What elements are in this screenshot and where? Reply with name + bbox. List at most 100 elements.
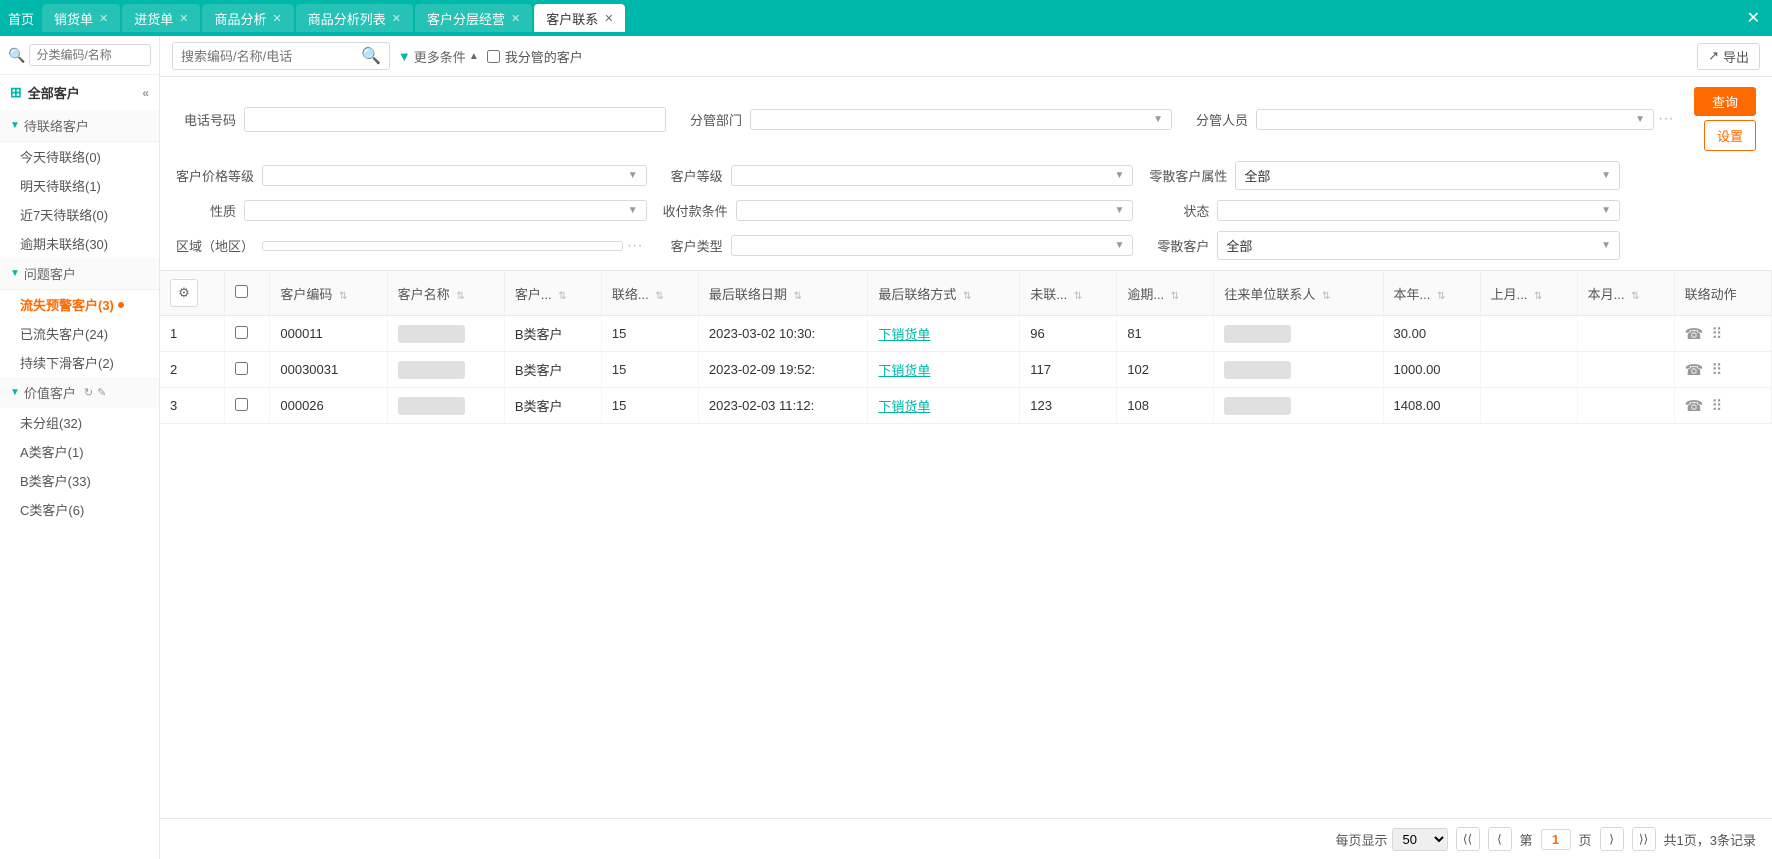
sidebar-risk-group[interactable]: ▼ 问题客户: [0, 258, 159, 290]
close-tab-customer-segmentation[interactable]: ✕: [511, 12, 520, 25]
sidebar-item-today[interactable]: 今天待联络(0): [0, 142, 159, 171]
call-icon[interactable]: ☎: [1685, 325, 1704, 343]
price-level-select[interactable]: ▼: [262, 165, 647, 186]
person-more-button[interactable]: ···: [1654, 110, 1678, 128]
tab-product-analysis[interactable]: 商品分析 ✕: [202, 4, 293, 32]
th-this-month[interactable]: 本月... ⇅: [1577, 271, 1674, 316]
status-select[interactable]: ▼: [1217, 200, 1620, 221]
phone-input[interactable]: [244, 107, 666, 132]
th-customer-type[interactable]: 客户... ⇅: [504, 271, 601, 316]
query-button[interactable]: 查询: [1694, 87, 1756, 116]
my-customers-check[interactable]: [487, 50, 500, 63]
sidebar-item-declining[interactable]: 持续下滑客户(2): [0, 348, 159, 377]
table-settings-button[interactable]: ⚙: [170, 279, 198, 307]
home-tab[interactable]: 首页: [8, 9, 34, 28]
table-row: 1 000011 ██████ B类客户 15 2023-03-02 10:30…: [160, 316, 1772, 352]
customer-level-select[interactable]: ▼: [731, 165, 1134, 186]
tab-customer-contact[interactable]: 客户联系 ✕: [534, 4, 625, 32]
th-contact[interactable]: 联络... ⇅: [601, 271, 698, 316]
th-not-linked[interactable]: 未联... ⇅: [1020, 271, 1117, 316]
cell-name: ██████: [387, 316, 504, 352]
sidebar-item-class-c[interactable]: C类客户(6): [0, 495, 159, 524]
my-customers-checkbox[interactable]: 我分管的客户: [487, 47, 583, 66]
th-last-contact-way[interactable]: 最后联络方式 ⇅: [868, 271, 1020, 316]
sidebar-item-class-a[interactable]: A类客户(1): [0, 437, 159, 466]
sidebar-item-7days[interactable]: 近7天待联络(0): [0, 200, 159, 229]
page-number-input[interactable]: [1541, 829, 1571, 850]
row-checkbox[interactable]: [235, 362, 248, 375]
contact-way-link[interactable]: 下销货单: [878, 363, 930, 378]
last-page-button[interactable]: ⟩⟩: [1632, 827, 1656, 851]
contact-way-link[interactable]: 下销货单: [878, 399, 930, 414]
export-button[interactable]: ↗ 导出: [1697, 43, 1760, 70]
zero-attr-select[interactable]: 全部 ▼: [1235, 161, 1620, 190]
sidebar-item-tomorrow[interactable]: 明天待联络(1): [0, 171, 159, 200]
th-checkbox[interactable]: [225, 271, 270, 316]
call-icon[interactable]: ☎: [1685, 361, 1704, 379]
tab-customer-segmentation[interactable]: 客户分层经营 ✕: [415, 4, 532, 32]
sidebar-all-customers[interactable]: ⊞ 全部客户 «: [0, 75, 159, 110]
sidebar-item-class-b[interactable]: B类客户(33): [0, 466, 159, 495]
zero-customer-select[interactable]: 全部 ▼: [1217, 231, 1620, 260]
sort-icon: ⇅: [794, 291, 802, 302]
th-overdue[interactable]: 逾期... ⇅: [1117, 271, 1214, 316]
filter-icon: ▼: [398, 49, 411, 64]
select-all-checkbox[interactable]: [235, 285, 248, 298]
close-tab-product-analysis[interactable]: ✕: [273, 12, 282, 25]
person-label: 分管人员: [1188, 110, 1248, 129]
more-action-icon[interactable]: ⠿: [1711, 397, 1722, 415]
first-page-button[interactable]: ⟨⟨: [1456, 827, 1480, 851]
tab-purchase[interactable]: 进货单 ✕: [122, 4, 200, 32]
region-more-button[interactable]: ···: [623, 237, 647, 255]
close-tab-customer-contact[interactable]: ✕: [604, 12, 613, 25]
th-settings[interactable]: ⚙: [160, 271, 225, 316]
person-select[interactable]: ▼: [1256, 109, 1654, 130]
call-icon[interactable]: ☎: [1685, 397, 1704, 415]
contact-way-link[interactable]: 下销货单: [878, 327, 930, 342]
sidebar-item-overdue[interactable]: 逾期未联络(30): [0, 229, 159, 258]
th-this-year[interactable]: 本年... ⇅: [1383, 271, 1480, 316]
sidebar-search-input[interactable]: [29, 44, 151, 66]
customer-type-select[interactable]: ▼: [731, 235, 1134, 256]
region-select[interactable]: [262, 241, 623, 251]
refresh-icon[interactable]: ↻: [84, 386, 93, 399]
cell-checkbox[interactable]: [225, 352, 270, 388]
tab-product-analysis-list[interactable]: 商品分析列表 ✕: [296, 4, 413, 32]
nature-select[interactable]: ▼: [244, 200, 647, 221]
th-unit-contact[interactable]: 往来单位联系人 ⇅: [1214, 271, 1383, 316]
sidebar-item-churn-warning[interactable]: 流失预警客户(3): [0, 290, 159, 319]
window-close-button[interactable]: ✕: [1743, 4, 1764, 32]
close-tab-sales[interactable]: ✕: [99, 12, 108, 25]
row-checkbox[interactable]: [235, 326, 248, 339]
tab-sales[interactable]: 销货单 ✕: [42, 4, 120, 32]
th-last-month[interactable]: 上月... ⇅: [1480, 271, 1577, 316]
cell-checkbox[interactable]: [225, 388, 270, 424]
th-last-contact-date[interactable]: 最后联络日期 ⇅: [698, 271, 868, 316]
edit-icon[interactable]: ✎: [97, 386, 106, 399]
sidebar-item-ungrouped[interactable]: 未分组(32): [0, 408, 159, 437]
more-action-icon[interactable]: ⠿: [1711, 325, 1722, 343]
per-page-select[interactable]: 50 20 100: [1392, 828, 1448, 851]
close-tab-product-analysis-list[interactable]: ✕: [392, 12, 401, 25]
filter-person: 分管人员 ▼ ···: [1188, 109, 1678, 130]
th-code[interactable]: 客户编码 ⇅: [270, 271, 387, 316]
settings-button[interactable]: 设置: [1704, 120, 1756, 151]
cell-checkbox[interactable]: [225, 316, 270, 352]
search-box: 🔍: [172, 42, 390, 70]
filter-row-2: 客户价格等级 ▼ 客户等级 ▼ 零散客户属性 全部 ▼: [176, 161, 1756, 190]
sidebar-value-group[interactable]: ▼ 价值客户 ↻ ✎: [0, 377, 159, 408]
sidebar-pending-group[interactable]: ▼ 待联络客户: [0, 110, 159, 142]
sidebar-item-churned[interactable]: 已流失客户(24): [0, 319, 159, 348]
close-tab-purchase[interactable]: ✕: [179, 12, 188, 25]
filter-payment: 收付款条件 ▼: [663, 200, 1134, 221]
next-page-button[interactable]: ⟩: [1600, 827, 1624, 851]
th-name[interactable]: 客户名称 ⇅: [387, 271, 504, 316]
more-conditions-button[interactable]: ▼ 更多条件 ▲: [398, 47, 479, 66]
search-button[interactable]: 🔍: [361, 46, 381, 66]
row-checkbox[interactable]: [235, 398, 248, 411]
payment-select[interactable]: ▼: [736, 200, 1134, 221]
department-select[interactable]: ▼: [750, 109, 1172, 130]
search-input[interactable]: [181, 49, 357, 64]
more-action-icon[interactable]: ⠿: [1711, 361, 1722, 379]
prev-page-button[interactable]: ⟨: [1488, 827, 1512, 851]
